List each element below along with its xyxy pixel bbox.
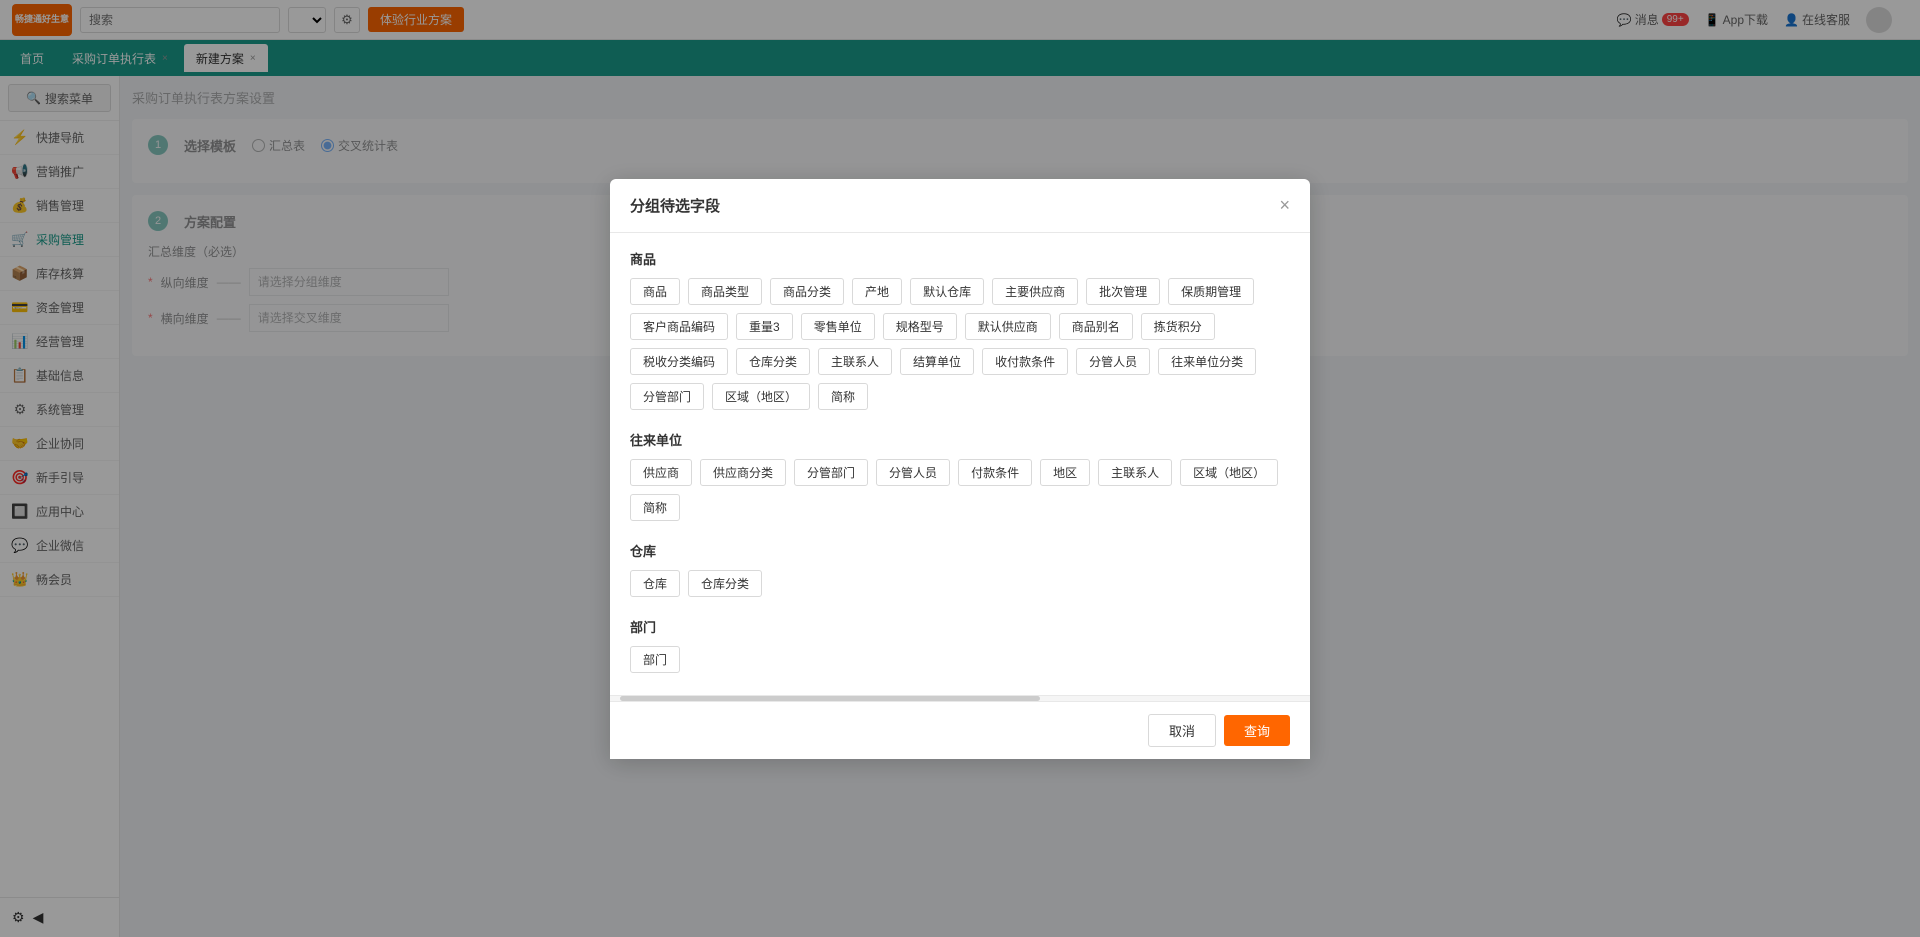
modal-close-button[interactable]: × <box>1279 196 1290 214</box>
field-tag[interactable]: 批次管理 <box>1086 278 1160 305</box>
field-tag[interactable]: 零售单位 <box>801 313 875 340</box>
field-tag[interactable]: 商品 <box>630 278 680 305</box>
field-tag[interactable]: 税收分类编码 <box>630 348 728 375</box>
field-tag[interactable]: 主联系人 <box>818 348 892 375</box>
field-tags: 商品商品类型商品分类产地默认仓库主要供应商批次管理保质期管理客户商品编码重量3 零… <box>630 278 1290 410</box>
field-tag[interactable]: 往来单位分类 <box>1158 348 1256 375</box>
field-tag[interactable]: 仓库分类 <box>688 570 762 597</box>
field-tag[interactable]: 规格型号 <box>883 313 957 340</box>
field-tag[interactable]: 主要供应商 <box>992 278 1078 305</box>
field-section-往来单位: 往来单位供应商供应商分类分管部门分管人员付款条件地区主联系人区域（地区） 简称 <box>630 430 1290 521</box>
confirm-button[interactable]: 查询 <box>1224 715 1290 746</box>
field-tags: 仓库仓库分类 <box>630 570 1290 597</box>
field-tag[interactable]: 产地 <box>852 278 902 305</box>
field-tag[interactable]: 供应商 <box>630 459 692 486</box>
modal-footer: 取消 查询 <box>610 701 1310 759</box>
field-tag[interactable]: 区域（地区） <box>1180 459 1278 486</box>
field-tag[interactable]: 默认仓库 <box>910 278 984 305</box>
modal-header: 分组待选字段 × <box>610 179 1310 233</box>
field-section-商品: 商品商品商品类型商品分类产地默认仓库主要供应商批次管理保质期管理客户商品编码重量… <box>630 249 1290 410</box>
field-select-modal: 分组待选字段 × 商品商品商品类型商品分类产地默认仓库主要供应商批次管理保质期管… <box>610 179 1310 759</box>
field-tag[interactable]: 客户商品编码 <box>630 313 728 340</box>
field-section-title: 部门 <box>630 617 1290 636</box>
field-section-部门: 部门部门 <box>630 617 1290 673</box>
field-tag[interactable]: 仓库分类 <box>736 348 810 375</box>
field-section-title: 商品 <box>630 249 1290 268</box>
field-section-title: 往来单位 <box>630 430 1290 449</box>
field-tag[interactable]: 重量3 <box>736 313 793 340</box>
field-tag[interactable]: 部门 <box>630 646 680 673</box>
field-tag[interactable]: 主联系人 <box>1098 459 1172 486</box>
field-tag[interactable]: 收付款条件 <box>982 348 1068 375</box>
field-tag[interactable]: 地区 <box>1040 459 1090 486</box>
field-tag[interactable]: 商品类型 <box>688 278 762 305</box>
field-section-title: 仓库 <box>630 541 1290 560</box>
field-tag[interactable]: 简称 <box>630 494 680 521</box>
modal-title: 分组待选字段 <box>630 195 720 216</box>
field-section-仓库: 仓库仓库仓库分类 <box>630 541 1290 597</box>
field-tag[interactable]: 区域（地区） <box>712 383 810 410</box>
field-tag[interactable]: 仓库 <box>630 570 680 597</box>
field-tag[interactable]: 商品分类 <box>770 278 844 305</box>
field-tag[interactable]: 供应商分类 <box>700 459 786 486</box>
field-tag[interactable]: 付款条件 <box>958 459 1032 486</box>
field-tag[interactable]: 分管部门 <box>794 459 868 486</box>
modal-overlay: 分组待选字段 × 商品商品商品类型商品分类产地默认仓库主要供应商批次管理保质期管… <box>0 0 1920 937</box>
field-tag[interactable]: 默认供应商 <box>965 313 1051 340</box>
field-tag[interactable]: 结算单位 <box>900 348 974 375</box>
cancel-button[interactable]: 取消 <box>1148 714 1216 747</box>
field-tag[interactable]: 分管人员 <box>876 459 950 486</box>
field-tag[interactable]: 分管人员 <box>1076 348 1150 375</box>
field-tag[interactable]: 保质期管理 <box>1168 278 1254 305</box>
field-tag[interactable]: 拣货积分 <box>1141 313 1215 340</box>
field-tag[interactable]: 分管部门 <box>630 383 704 410</box>
field-tags: 部门 <box>630 646 1290 673</box>
modal-body: 商品商品商品类型商品分类产地默认仓库主要供应商批次管理保质期管理客户商品编码重量… <box>610 233 1310 695</box>
field-tag[interactable]: 简称 <box>818 383 868 410</box>
field-tag[interactable]: 商品别名 <box>1059 313 1133 340</box>
field-tags: 供应商供应商分类分管部门分管人员付款条件地区主联系人区域（地区） 简称 <box>630 459 1290 521</box>
